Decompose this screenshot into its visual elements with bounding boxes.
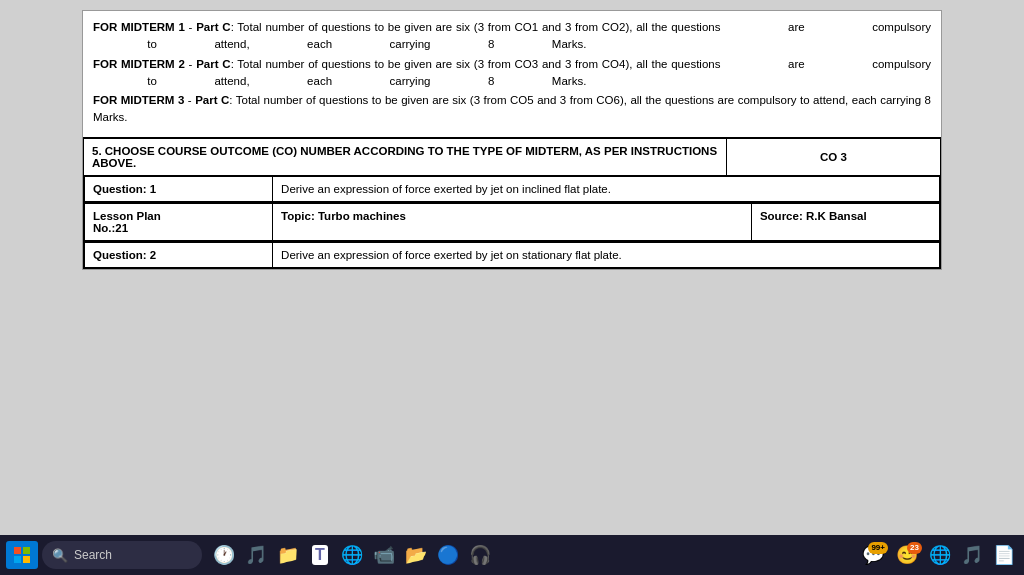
teams-taskbar-icon[interactable]: T <box>306 541 334 569</box>
midterm1-text: FOR MIDTERM 1 - Part C: Total number of … <box>93 19 931 54</box>
spotify-taskbar-icon[interactable]: 🎧 <box>466 541 494 569</box>
search-label: Search <box>74 548 112 562</box>
globe-taskbar-icon[interactable]: 🌐 <box>338 541 366 569</box>
lesson-plan-source: Source: R.K Bansal <box>751 203 939 240</box>
start-button[interactable] <box>6 541 38 569</box>
spotify-right-icon[interactable]: 🎵 <box>958 541 986 569</box>
badge-23-count: 23 <box>907 542 922 554</box>
files-taskbar-icon[interactable]: 📂 <box>402 541 430 569</box>
question-1-label: Question: 1 <box>85 176 273 201</box>
question-2-content: Derive an expression of force exerted by… <box>273 242 940 267</box>
lesson-plan-topic: Topic: Turbo machines <box>273 203 752 240</box>
folder-taskbar-icon[interactable]: 📁 <box>274 541 302 569</box>
badge-99-count: 99+ <box>868 542 888 554</box>
svg-rect-1 <box>23 547 30 554</box>
question-2-label: Question: 2 <box>85 242 273 267</box>
question-2-row: Question: 2 Derive an expression of forc… <box>84 241 941 268</box>
questions-table: 5. CHOOSE COURSE OUTCOME (CO) NUMBER ACC… <box>83 138 941 269</box>
taskbar-right: 💬 99+ 😊 23 🌐 🎵 📄 <box>858 541 1018 569</box>
acrobat-icon[interactable]: 📄 <box>990 541 1018 569</box>
question-2-cell: Question: 2 Derive an expression of forc… <box>84 241 941 268</box>
video-taskbar-icon[interactable]: 📹 <box>370 541 398 569</box>
notification-badge-99[interactable]: 💬 99+ <box>858 541 888 569</box>
question-1-row: Question: 1 Derive an expression of forc… <box>84 175 941 202</box>
midterm2-text: FOR MIDTERM 2 - Part C: Total number of … <box>93 56 931 91</box>
midterm3-text: FOR MIDTERM 3 - Part C: Total number of … <box>93 92 931 127</box>
svg-rect-0 <box>14 547 21 554</box>
document-content: FOR MIDTERM 1 - Part C: Total number of … <box>82 10 942 270</box>
document-area: FOR MIDTERM 1 - Part C: Total number of … <box>0 0 1024 535</box>
taskbar: 🔍 Search 🕐 🎵 📁 T 🌐 📹 📂 🔵 🎧 <box>0 535 1024 575</box>
taskbar-icons: 🕐 🎵 📁 T 🌐 📹 📂 🔵 🎧 <box>210 541 494 569</box>
chrome-taskbar-icon[interactable]: 🔵 <box>434 541 462 569</box>
lesson-plan-row: Lesson Plan No.:21 Topic: Turbo machines… <box>84 202 941 241</box>
search-bar[interactable]: 🔍 Search <box>42 541 202 569</box>
clock-taskbar-icon[interactable]: 🕐 <box>210 541 238 569</box>
question-1-content: Derive an expression of force exerted by… <box>273 176 940 201</box>
svg-rect-2 <box>14 556 21 563</box>
chrome-right-icon[interactable]: 🌐 <box>926 541 954 569</box>
instructions-block: FOR MIDTERM 1 - Part C: Total number of … <box>83 11 941 138</box>
search-icon: 🔍 <box>52 548 68 563</box>
svg-rect-3 <box>23 556 30 563</box>
co-header-row: 5. CHOOSE COURSE OUTCOME (CO) NUMBER ACC… <box>84 138 941 175</box>
lesson-plan-cell: Lesson Plan No.:21 Topic: Turbo machines… <box>84 202 941 241</box>
lesson-plan-label: Lesson Plan No.:21 <box>85 203 273 240</box>
notification-badge-23[interactable]: 😊 23 <box>892 541 922 569</box>
co-number-cell: CO 3 <box>726 138 940 175</box>
co-instruction-cell: 5. CHOOSE COURSE OUTCOME (CO) NUMBER ACC… <box>84 138 727 175</box>
question-1-cell: Question: 1 Derive an expression of forc… <box>84 175 941 202</box>
music-taskbar-icon[interactable]: 🎵 <box>242 541 270 569</box>
